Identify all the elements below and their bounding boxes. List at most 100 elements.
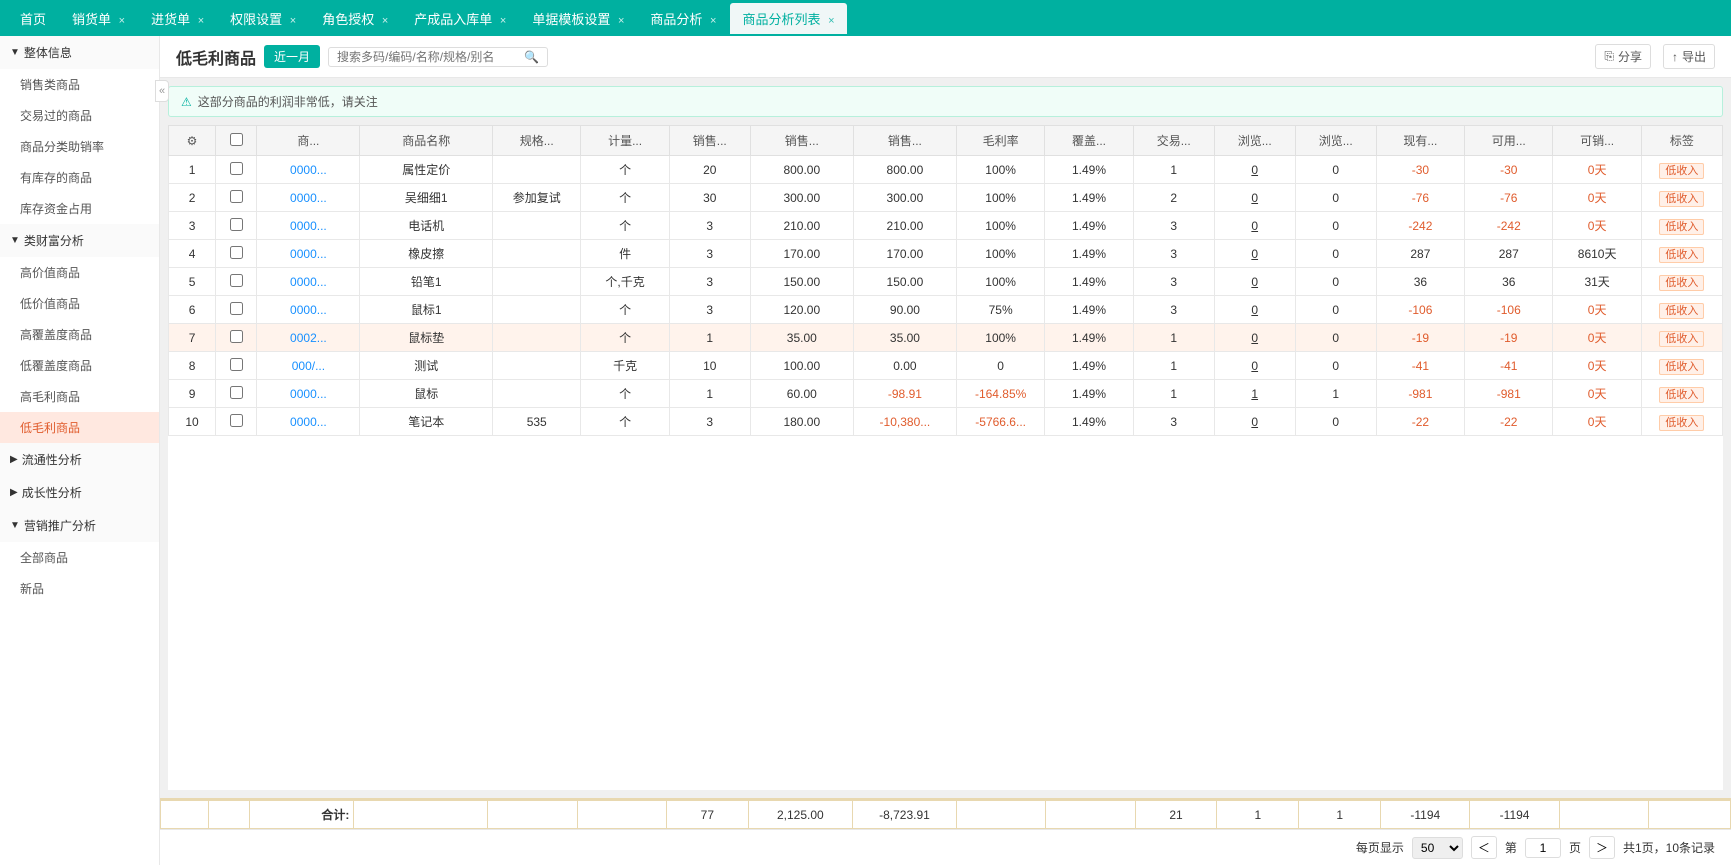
cell-sales-qty: 30 [669, 184, 750, 212]
cell-browse1[interactable]: 0 [1214, 184, 1295, 212]
cell-sales-cost: 300.00 [853, 184, 956, 212]
cell-browse1[interactable]: 0 [1214, 268, 1295, 296]
row-checkbox[interactable] [230, 190, 243, 203]
cell-unit: 个 [581, 212, 669, 240]
cell-checkbox[interactable] [216, 380, 257, 408]
row-checkbox[interactable] [230, 246, 243, 259]
row-checkbox[interactable] [230, 358, 243, 371]
search-icon[interactable]: 🔍 [524, 50, 539, 64]
row-checkbox[interactable] [230, 274, 243, 287]
cell-browse1[interactable]: 1 [1214, 380, 1295, 408]
table-row: 7 0002... 鼠标垫 个 1 35.00 35.00 100% 1.49%… [169, 324, 1723, 352]
settings-icon[interactable]: ⚙ [187, 134, 198, 148]
sidebar-section-wealth[interactable]: ▼ 类财富分析 [0, 224, 159, 257]
cell-unit: 个 [581, 296, 669, 324]
sidebar-collapse-button[interactable]: « [155, 80, 169, 102]
nav-purchase[interactable]: 进货单 × [139, 3, 216, 34]
cell-gross-rate: 100% [956, 240, 1044, 268]
cell-browse1[interactable]: 0 [1214, 240, 1295, 268]
row-checkbox[interactable] [230, 414, 243, 427]
nav-sales[interactable]: 销货单 × [60, 3, 137, 34]
close-icon[interactable]: × [382, 15, 388, 27]
sidebar-section-overall[interactable]: ▼ 整体信息 [0, 36, 159, 69]
cell-name: 鼠标 [360, 380, 493, 408]
cell-checkbox[interactable] [216, 296, 257, 324]
cell-checkbox[interactable] [216, 408, 257, 436]
close-icon[interactable]: × [119, 15, 125, 27]
cell-gross-rate: 0 [956, 352, 1044, 380]
col-settings[interactable]: ⚙ [169, 126, 216, 156]
cell-browse1[interactable]: 0 [1214, 296, 1295, 324]
cell-browse2: 0 [1295, 184, 1376, 212]
row-checkbox[interactable] [230, 386, 243, 399]
select-all-checkbox[interactable] [230, 133, 243, 146]
cell-checkbox[interactable] [216, 324, 257, 352]
nav-roles[interactable]: 角色授权 × [310, 3, 400, 34]
close-icon[interactable]: × [710, 15, 716, 27]
cell-checkbox[interactable] [216, 184, 257, 212]
cell-checkbox[interactable] [216, 352, 257, 380]
cell-browse1[interactable]: 0 [1214, 212, 1295, 240]
cell-sales-qty: 10 [669, 352, 750, 380]
cell-browse1[interactable]: 0 [1214, 352, 1295, 380]
close-icon[interactable]: × [500, 15, 506, 27]
sidebar-section-wealth-label: 类财富分析 [24, 232, 84, 249]
share-button[interactable]: ⎘ 分享 [1595, 44, 1651, 69]
data-table-container[interactable]: ⚙ 商... 商品名称 规格... 计量... 销售... 销售... 销售..… [168, 125, 1723, 790]
nav-product-analysis-list[interactable]: 商品分析列表 × [730, 3, 846, 34]
sidebar-item-stocked-goods[interactable]: 有库存的商品 [0, 162, 159, 193]
close-icon[interactable]: × [828, 15, 834, 27]
sidebar-item-low-value[interactable]: 低价值商品 [0, 288, 159, 319]
row-checkbox[interactable] [230, 302, 243, 315]
close-icon[interactable]: × [290, 15, 296, 27]
nav-home[interactable]: 首页 [8, 3, 58, 34]
next-page-button[interactable]: ＞ [1589, 836, 1615, 859]
table-row: 1 0000... 属性定价 个 20 800.00 800.00 100% 1… [169, 156, 1723, 184]
sidebar-item-new-goods[interactable]: 新品 [0, 573, 159, 604]
cell-browse1[interactable]: 0 [1214, 408, 1295, 436]
cell-stock-avail: -19 [1465, 324, 1553, 352]
cell-checkbox[interactable] [216, 240, 257, 268]
nav-product-analysis[interactable]: 商品分析 × [638, 3, 728, 34]
table-row: 10 0000... 笔记本 535 个 3 180.00 -10,380...… [169, 408, 1723, 436]
sidebar-item-sales-goods[interactable]: 销售类商品 [0, 69, 159, 100]
cell-sales-qty: 3 [669, 408, 750, 436]
sidebar-section-marketing[interactable]: ▼ 营销推广分析 [0, 509, 159, 542]
sidebar-section-liquidity[interactable]: ▶ 流通性分析 [0, 443, 159, 476]
cell-unit: 千克 [581, 352, 669, 380]
sidebar-item-high-margin[interactable]: 高毛利商品 [0, 381, 159, 412]
row-checkbox[interactable] [230, 162, 243, 175]
period-button[interactable]: 近一月 [264, 45, 320, 68]
sidebar-item-high-value[interactable]: 高价值商品 [0, 257, 159, 288]
sidebar-section-growth[interactable]: ▶ 成长性分析 [0, 476, 159, 509]
cell-checkbox[interactable] [216, 268, 257, 296]
cell-tag: 低收入 [1641, 352, 1722, 380]
col-checkbox[interactable] [216, 126, 257, 156]
sidebar-item-capital-usage[interactable]: 库存资金占用 [0, 193, 159, 224]
row-checkbox[interactable] [230, 330, 243, 343]
nav-permissions[interactable]: 权限设置 × [218, 3, 308, 34]
cell-checkbox[interactable] [216, 156, 257, 184]
page-size-select[interactable]: 10 20 50 100 [1412, 837, 1463, 859]
nav-product-entry[interactable]: 产成品入库单 × [402, 3, 518, 34]
row-checkbox[interactable] [230, 218, 243, 231]
prev-page-button[interactable]: ＜ [1471, 836, 1497, 859]
cell-checkbox[interactable] [216, 212, 257, 240]
sidebar-item-category-rate[interactable]: 商品分类助销率 [0, 131, 159, 162]
export-button[interactable]: ↑ 导出 [1663, 44, 1715, 69]
cell-stock-avail: -41 [1465, 352, 1553, 380]
sidebar-item-all-goods[interactable]: 全部商品 [0, 542, 159, 573]
cell-browse1[interactable]: 0 [1214, 324, 1295, 352]
cell-browse1[interactable]: 0 [1214, 156, 1295, 184]
close-icon[interactable]: × [618, 15, 624, 27]
search-input[interactable] [337, 50, 524, 64]
close-icon[interactable]: × [198, 15, 204, 27]
nav-template-settings[interactable]: 单据模板设置 × [520, 3, 636, 34]
sidebar-item-high-coverage[interactable]: 高覆盖度商品 [0, 319, 159, 350]
sidebar-item-traded-goods[interactable]: 交易过的商品 [0, 100, 159, 131]
sidebar-item-low-margin[interactable]: 低毛利商品 [0, 412, 159, 443]
cell-saleable-days: 0天 [1553, 324, 1641, 352]
current-page-input[interactable] [1525, 838, 1561, 858]
col-trade-cnt: 交易... [1133, 126, 1214, 156]
sidebar-item-low-coverage[interactable]: 低覆盖度商品 [0, 350, 159, 381]
